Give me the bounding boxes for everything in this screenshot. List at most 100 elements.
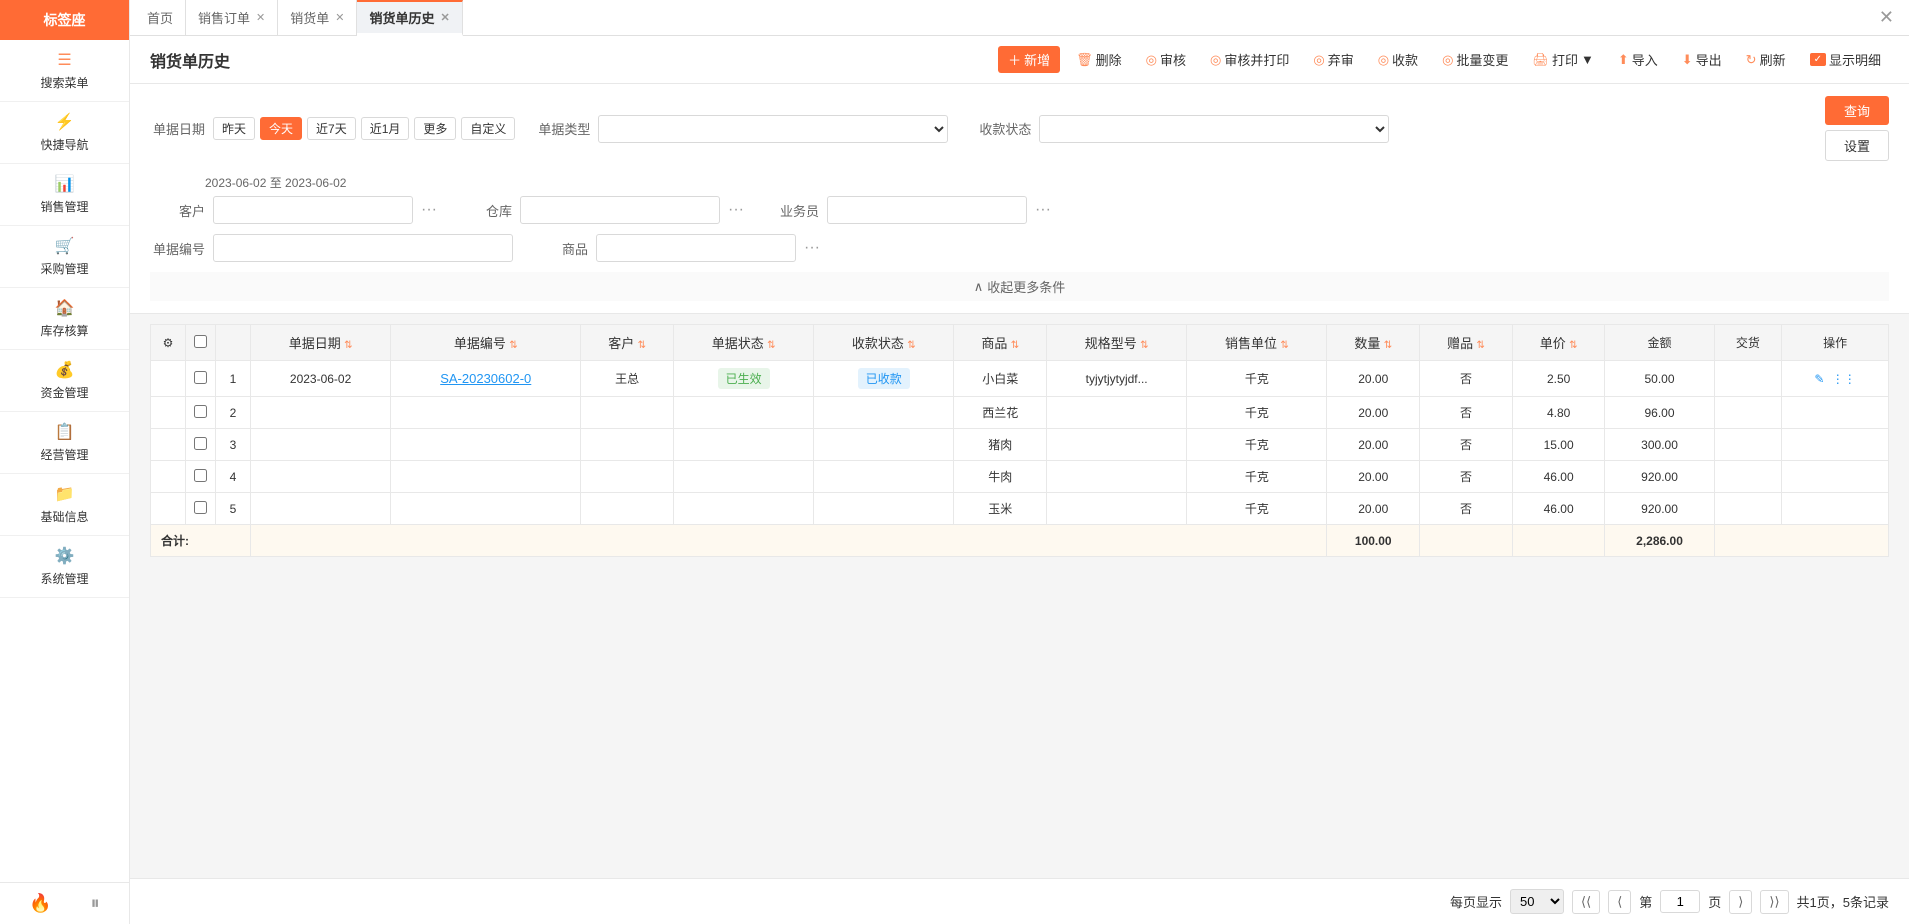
paymentstatus-sort-icon[interactable]: ⇅ [907,340,915,351]
docstatus-sort-icon[interactable]: ⇅ [767,340,775,351]
tab-home[interactable]: 首页 [135,0,186,36]
gift-sort-icon[interactable]: ⇅ [1476,340,1484,351]
col-docstatus-header[interactable]: 单据状态 ⇅ [673,325,813,361]
sidebar-item-operations[interactable]: 📋 经营管理 [0,412,129,474]
col-checkbox-header[interactable] [186,325,216,361]
unit-sort-icon[interactable]: ⇅ [1280,340,1288,351]
cell-checkbox[interactable] [186,461,216,493]
customer-input[interactable] [213,196,413,224]
col-docno-header[interactable]: 单据编号 ⇅ [391,325,581,361]
cell-checkbox[interactable] [186,361,216,397]
setting-button[interactable]: 设置 [1825,130,1889,161]
spec-sort-icon[interactable]: ⇅ [1140,340,1148,351]
sidebar-item-purchase[interactable]: 🛒 采购管理 [0,226,129,288]
col-paymentstatus-header[interactable]: 收款状态 ⇅ [814,325,954,361]
tab-sales-order[interactable]: 销售订单 ✕ [186,0,278,36]
receive-button[interactable]: ◎ 收款 [1370,46,1426,73]
col-goods-header[interactable]: 商品 ⇅ [954,325,1047,361]
first-page-button[interactable]: ⟨⟨ [1572,890,1600,914]
tab-sales-history-close[interactable]: ✕ [441,11,450,24]
per-page-select[interactable]: 50 100 [1510,889,1564,914]
tab-sales-history[interactable]: 销货单历史 ✕ [357,0,462,36]
sidebar-item-quicknav[interactable]: ⚡ 快捷导航 [0,102,129,164]
new-button[interactable]: ＋ 新增 [998,46,1060,73]
docno-sort-icon[interactable]: ⇅ [509,340,517,351]
date-btn-more[interactable]: 更多 [414,117,456,140]
sidebar-item-basic-info[interactable]: 📁 基础信息 [0,474,129,536]
customer-sort-icon[interactable]: ⇅ [638,340,646,351]
customer-more-icon[interactable]: ··· [421,201,437,219]
warehouse-more-icon[interactable]: ··· [728,201,744,219]
cell-checkbox[interactable] [186,493,216,525]
goods-sort-icon[interactable]: ⇅ [1011,340,1019,351]
col-customer-header[interactable]: 客户 ⇅ [581,325,674,361]
col-unit-header[interactable]: 销售单位 ⇅ [1187,325,1327,361]
sidebar-item-system[interactable]: ⚙️ 系统管理 [0,536,129,598]
doc-no-input[interactable] [213,234,513,262]
summary-spacer2 [1420,525,1513,557]
row-checkbox[interactable] [194,437,207,450]
cell-customer [581,493,674,525]
export-button[interactable]: ⬇ 导出 [1674,46,1730,73]
audit-print-button[interactable]: ◎ 审核并打印 [1202,46,1297,73]
row-checkbox[interactable] [194,371,207,384]
goods-input[interactable] [596,234,796,262]
date-sort-icon[interactable]: ⇅ [344,340,352,351]
tab-sales-order-close[interactable]: ✕ [256,11,265,24]
row-checkbox[interactable] [194,405,207,418]
last-page-button[interactable]: ⟩⟩ [1760,890,1788,914]
next-page-button[interactable]: ⟩ [1729,890,1752,914]
doc-no-link[interactable]: SA-20230602-0 [440,371,531,386]
quantity-sort-icon[interactable]: ⇅ [1384,340,1392,351]
delete-button[interactable]: 🗑 删除 [1068,46,1130,73]
abandon-button[interactable]: ◎ 弃审 [1305,46,1361,73]
date-btn-today[interactable]: 今天 [260,117,302,140]
query-button[interactable]: 查询 [1825,96,1889,125]
col-gift-header[interactable]: 赠品 ⇅ [1420,325,1513,361]
import-button[interactable]: ⬆ 导入 [1610,46,1666,73]
col-spec-header[interactable]: 规格型号 ⇅ [1047,325,1187,361]
staff-more-icon[interactable]: ··· [1035,201,1051,219]
select-all-checkbox[interactable] [194,335,207,348]
staff-input[interactable] [827,196,1027,224]
refresh-button[interactable]: ↻ 刷新 [1738,46,1794,73]
row-checkbox[interactable] [194,469,207,482]
date-btn-yesterday[interactable]: 昨天 [213,117,255,140]
edit-button[interactable]: ✎ [1814,372,1824,386]
sidebar-item-inventory[interactable]: 🏠 库存核算 [0,288,129,350]
page-input[interactable] [1660,890,1700,913]
sidebar-footer-fire[interactable]: 🔥 [29,893,51,914]
print-button[interactable]: 🖨 打印 ▼ [1524,46,1601,73]
cell-checkbox[interactable] [186,397,216,429]
date-btn-custom[interactable]: 自定义 [461,117,515,140]
batch-change-button[interactable]: ◎ 批量变更 [1434,46,1516,73]
sidebar-footer-pause[interactable]: ⏸ [91,893,100,914]
col-unitprice-header[interactable]: 单价 ⇅ [1512,325,1605,361]
sidebar-item-finance[interactable]: 💰 资金管理 [0,350,129,412]
goods-more-icon[interactable]: ··· [804,239,820,257]
tab-sales-goods[interactable]: 销货单 ✕ [278,0,357,36]
col-setting-header[interactable]: ⚙ [151,325,186,361]
row-checkbox[interactable] [194,501,207,514]
cell-goods: 玉米 [954,493,1047,525]
collapse-button[interactable]: ∧ 收起更多条件 [150,272,1889,301]
cell-docno[interactable]: SA-20230602-0 [391,361,581,397]
doc-type-select[interactable] [598,115,948,143]
payment-status-select[interactable] [1039,115,1389,143]
cell-checkbox[interactable] [186,429,216,461]
audit-button[interactable]: ◎ 审核 [1138,46,1194,73]
tab-close-all[interactable]: ✕ [1869,7,1904,28]
col-date-header[interactable]: 单据日期 ⇅ [251,325,391,361]
date-btn-7days[interactable]: 近7天 [307,117,356,140]
warehouse-input[interactable] [520,196,720,224]
more-action-button[interactable]: ⋮⋮ [1832,372,1856,386]
prev-page-button[interactable]: ⟨ [1608,890,1631,914]
sidebar-item-search[interactable]: ☰ 搜索菜单 [0,40,129,102]
col-quantity-header[interactable]: 数量 ⇅ [1327,325,1420,361]
sidebar-item-sales[interactable]: 📊 销售管理 [0,164,129,226]
date-btn-1month[interactable]: 近1月 [361,117,410,140]
cell-transaction [1714,361,1782,397]
tab-sales-goods-close[interactable]: ✕ [335,11,344,24]
unitprice-sort-icon[interactable]: ⇅ [1569,340,1577,351]
show-details-button[interactable]: ✓ 显示明细 [1802,46,1889,73]
